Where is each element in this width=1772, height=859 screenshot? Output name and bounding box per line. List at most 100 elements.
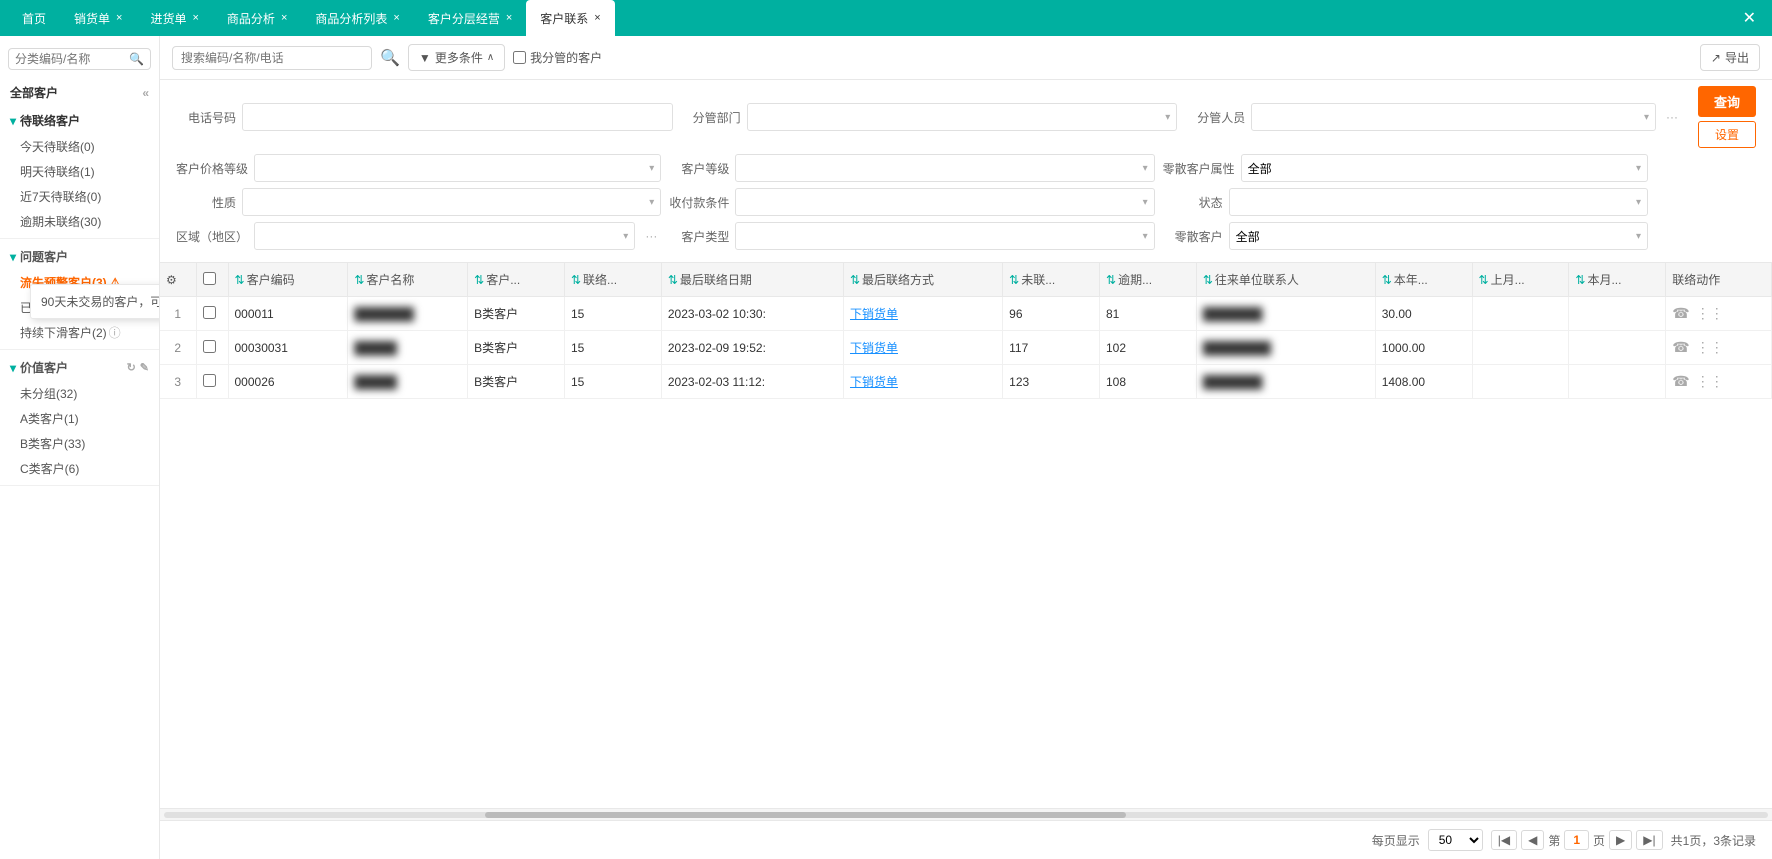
tab-close-sales-order[interactable]: ×: [116, 12, 122, 24]
sidebar-search-input[interactable]: [15, 52, 129, 66]
sidebar-group-value-header[interactable]: ▾ 价值客户 ↻ ✎: [0, 354, 159, 381]
window-close-button[interactable]: ✕: [1735, 8, 1764, 28]
tab-product-analysis[interactable]: 商品分析 ×: [213, 0, 301, 36]
sidebar-group-problem-header[interactable]: ▾ 问题客户: [0, 243, 159, 270]
th-settings[interactable]: ⚙: [160, 263, 196, 297]
tab-purchase-order[interactable]: 进货单 ×: [136, 0, 212, 36]
scatter-customer-select[interactable]: 全部 ▾: [1229, 222, 1648, 250]
scatter-attr-select[interactable]: 全部 ▾: [1241, 154, 1648, 182]
action-more-icon-2[interactable]: ⋮⋮: [1696, 339, 1724, 356]
my-customers-checkbox-label[interactable]: 我分管的客户: [513, 49, 602, 66]
th-last-month[interactable]: ⇅上月...: [1472, 263, 1569, 297]
sidebar-item-today-pending[interactable]: 今天待联络(0): [0, 134, 159, 159]
select-all-checkbox[interactable]: [203, 272, 216, 285]
my-customers-checkbox[interactable]: [513, 51, 526, 64]
row-last-method-2[interactable]: 下销货单: [843, 331, 1002, 365]
row-checkbox-3[interactable]: [196, 365, 228, 399]
sidebar-all-customers[interactable]: 全部客户 «: [0, 78, 159, 107]
row-last-method-3[interactable]: 下销货单: [843, 365, 1002, 399]
sidebar-item-7days-pending[interactable]: 近7天待联络(0): [0, 184, 159, 209]
next-page-button[interactable]: ▶: [1609, 830, 1632, 850]
sidebar-group-pending-header[interactable]: ▾ 待联络客户: [0, 107, 159, 134]
action-more-icon-3[interactable]: ⋮⋮: [1696, 373, 1724, 390]
tab-sales-order[interactable]: 销货单 ×: [60, 0, 136, 36]
tab-close-customer-tier[interactable]: ×: [506, 12, 512, 24]
filter-phone: 电话号码: [176, 103, 673, 131]
filter-payment: 收付款条件 ▾: [669, 188, 1154, 216]
sidebar-item-declining[interactable]: 持续下滑客户(2) ⓘ: [0, 320, 159, 345]
value-group-edit-icon[interactable]: ✎: [140, 361, 149, 374]
scrollbar-thumb[interactable]: [485, 812, 1127, 818]
value-group-refresh-icon[interactable]: ↻: [127, 361, 136, 374]
th-this-month[interactable]: ⇅本月...: [1569, 263, 1666, 297]
th-no-contact[interactable]: ⇅未联...: [1003, 263, 1100, 297]
row-overdue-2: 102: [1100, 331, 1197, 365]
sidebar-item-ungrouped[interactable]: 未分组(32): [0, 381, 159, 406]
th-contact-person[interactable]: ⇅往来单位联系人: [1196, 263, 1375, 297]
tab-close-product-analysis-list[interactable]: ×: [393, 12, 399, 24]
th-last-contact-method[interactable]: ⇅最后联络方式: [843, 263, 1002, 297]
nature-select[interactable]: ▾: [242, 188, 661, 216]
row-no-contact-1: 96: [1003, 297, 1100, 331]
th-name[interactable]: ⇅客户名称: [348, 263, 468, 297]
tab-home[interactable]: 首页: [8, 0, 60, 36]
dept-select[interactable]: ▾: [747, 103, 1178, 131]
phone-input[interactable]: [242, 103, 673, 131]
tab-close-purchase-order[interactable]: ×: [192, 12, 198, 24]
filter-search-input[interactable]: [172, 46, 372, 70]
sidebar-item-a-class[interactable]: A类客户(1): [0, 406, 159, 431]
query-button[interactable]: 查询: [1698, 86, 1756, 117]
customer-grade-select[interactable]: ▾: [735, 154, 1154, 182]
row-no-contact-3: 123: [1003, 365, 1100, 399]
sidebar-item-b-class[interactable]: B类客户(33): [0, 431, 159, 456]
page-size-select[interactable]: 50 20 100: [1428, 829, 1483, 851]
sidebar-item-tomorrow-pending[interactable]: 明天待联络(1): [0, 159, 159, 184]
th-overdue[interactable]: ⇅逾期...: [1100, 263, 1197, 297]
tab-close-customer-contact[interactable]: ×: [594, 12, 600, 24]
price-grade-select[interactable]: ▾: [254, 154, 661, 182]
th-type[interactable]: ⇅客户...: [468, 263, 565, 297]
sidebar-item-c-class[interactable]: C类客户(6): [0, 456, 159, 481]
last-page-button[interactable]: ▶|: [1636, 830, 1662, 850]
tab-customer-tier[interactable]: 客户分层经营 ×: [414, 0, 526, 36]
export-button[interactable]: ↗ 导出: [1700, 44, 1760, 71]
th-settings-icon[interactable]: ⚙: [166, 273, 177, 287]
region-dots[interactable]: ···: [641, 229, 661, 243]
scatter-attr-arrow: ▾: [1636, 163, 1641, 174]
manager-dots[interactable]: ···: [1662, 110, 1682, 124]
th-last-contact-date[interactable]: ⇅最后联络日期: [661, 263, 843, 297]
action-more-icon-1[interactable]: ⋮⋮: [1696, 305, 1724, 322]
row-contact-person-3: ███████: [1196, 365, 1375, 399]
tab-close-product-analysis[interactable]: ×: [281, 12, 287, 24]
sidebar-search-box[interactable]: 🔍: [8, 48, 151, 70]
region-select[interactable]: ▾: [254, 222, 635, 250]
row-this-month-3: [1569, 365, 1666, 399]
sidebar-item-overdue-contact[interactable]: 逾期未联络(30): [0, 209, 159, 234]
action-contact-icon-2[interactable]: ☎: [1672, 339, 1689, 356]
action-contact-icon-3[interactable]: ☎: [1672, 373, 1689, 390]
action-contact-icon-1[interactable]: ☎: [1672, 305, 1689, 322]
tab-customer-contact[interactable]: 客户联系 ×: [526, 0, 614, 36]
th-action: 联络动作: [1666, 263, 1772, 297]
sidebar-collapse-icon[interactable]: «: [142, 86, 149, 100]
more-conditions-button[interactable]: ▼ 更多条件 ∧: [408, 44, 505, 71]
row-no-contact-2: 117: [1003, 331, 1100, 365]
prev-page-button[interactable]: ◀: [1521, 830, 1544, 850]
first-page-button[interactable]: |◀: [1491, 830, 1517, 850]
th-code[interactable]: ⇅客户编码: [228, 263, 348, 297]
row-checkbox-2[interactable]: [196, 331, 228, 365]
row-last-method-1[interactable]: 下销货单: [843, 297, 1002, 331]
th-contact[interactable]: ⇅联络...: [564, 263, 661, 297]
filter-scatter-attr: 零散客户属性 全部 ▾: [1163, 154, 1648, 182]
manager-select[interactable]: ▾: [1251, 103, 1656, 131]
status-select[interactable]: ▾: [1229, 188, 1648, 216]
th-this-year[interactable]: ⇅本年...: [1375, 263, 1472, 297]
horizontal-scrollbar[interactable]: [160, 808, 1772, 820]
customer-type-select[interactable]: ▾: [735, 222, 1154, 250]
row-checkbox-1[interactable]: [196, 297, 228, 331]
payment-select[interactable]: ▾: [735, 188, 1154, 216]
tab-product-analysis-list[interactable]: 商品分析列表 ×: [301, 0, 413, 36]
filter-search-button[interactable]: 🔍: [380, 48, 400, 68]
th-checkbox: [196, 263, 228, 297]
settings-button[interactable]: 设置: [1698, 121, 1756, 148]
